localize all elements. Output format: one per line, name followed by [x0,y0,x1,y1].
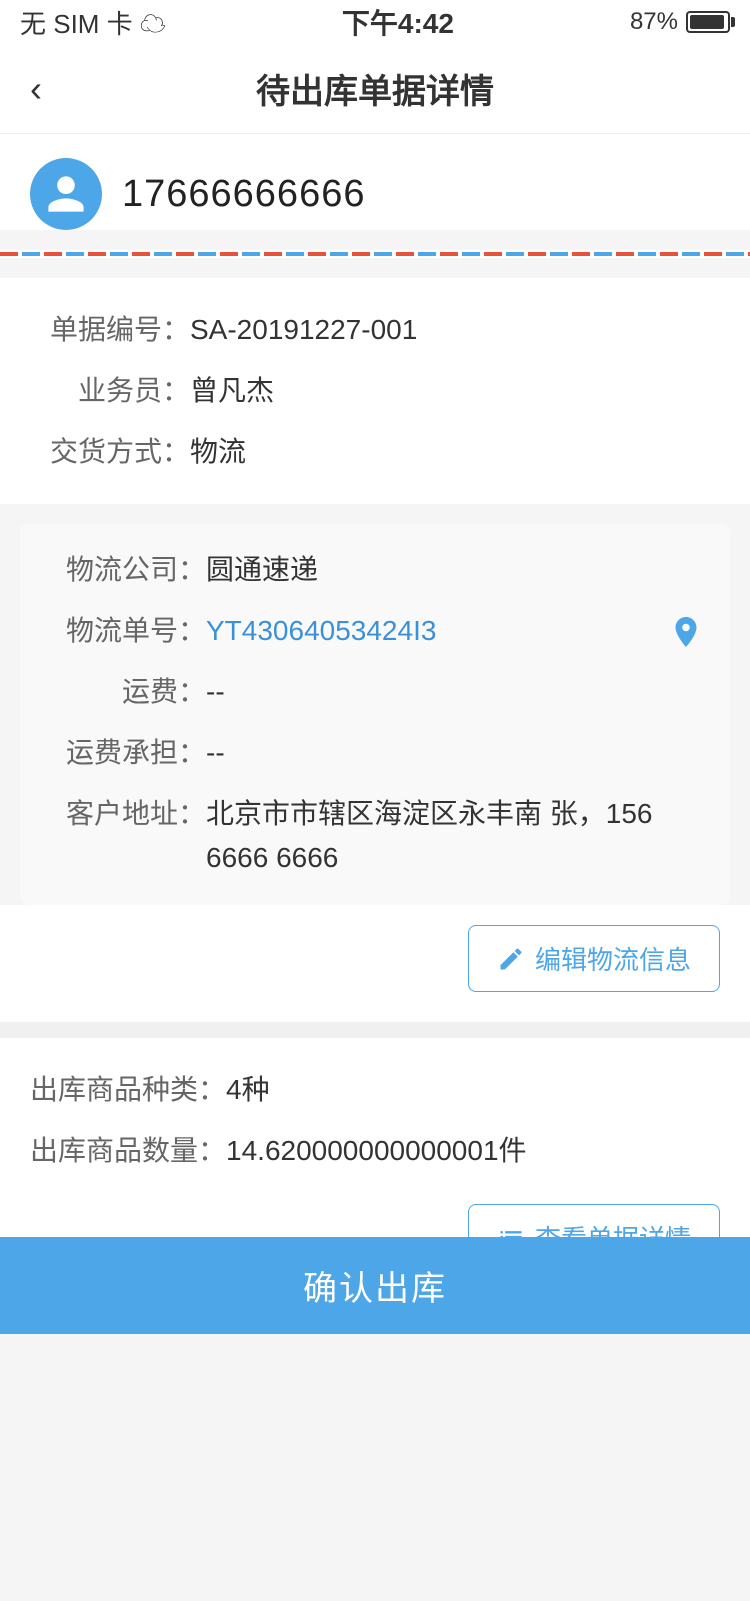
logistics-company-label: 物流公司： [46,548,206,593]
order-number-row: 单据编号： SA-20191227-001 [30,308,720,353]
confirm-button-wrap: 确认出库 [0,1237,750,1334]
address-value: 北京市市辖区海淀区永丰南 张，156 6666 6666 [206,792,704,882]
delivery-method-label: 交货方式： [30,430,190,475]
status-left: 无 SIM 卡 ☁ [20,4,166,41]
sim-status: 无 SIM 卡 ☁ [20,4,166,41]
sales-person-value: 曾凡杰 [190,369,720,414]
basic-info-section: 单据编号： SA-20191227-001 业务员： 曾凡杰 交货方式： 物流 [0,278,750,504]
phone-number: 17666666666 [122,173,365,216]
sales-person-row: 业务员： 曾凡杰 [30,369,720,414]
phone-header: 17666666666 [0,134,750,230]
location-pin-icon[interactable] [668,614,704,650]
tracking-row: 物流单号： YT43064053424I3 [46,609,704,654]
tracking-value: YT43064053424I3 [206,609,654,654]
status-right: 87% [630,8,730,36]
goods-type-value: 4种 [226,1068,720,1113]
battery-icon [686,11,730,33]
goods-section: 出库商品种类： 4种 出库商品数量： 14.620000000000001件 [0,1038,750,1194]
edit-button-row: 编辑物流信息 [0,905,750,1022]
gray-divider [0,1022,750,1038]
logistics-card: 物流公司： 圆通速递 物流单号： YT43064053424I3 运费： -- … [20,524,730,905]
freight-bearer-label: 运费承担： [46,731,206,776]
goods-quantity-label: 出库商品数量： [30,1129,226,1174]
freight-row: 运费： -- [46,670,704,715]
dashed-divider [0,250,750,258]
delivery-method-row: 交货方式： 物流 [30,430,720,475]
goods-type-row: 出库商品种类： 4种 [30,1068,720,1113]
order-number-value: SA-20191227-001 [190,308,720,353]
back-button[interactable]: ‹ [30,68,42,110]
battery-percent: 87% [630,8,678,36]
logistics-company-row: 物流公司： 圆通速递 [46,548,704,593]
edit-logistics-button[interactable]: 编辑物流信息 [468,925,720,992]
page-title: 待出库单据详情 [256,64,494,113]
address-row: 客户地址： 北京市市辖区海淀区永丰南 张，156 6666 6666 [46,792,704,882]
sales-person-label: 业务员： [30,369,190,414]
goods-quantity-value: 14.620000000000001件 [226,1129,720,1174]
goods-quantity-row: 出库商品数量： 14.620000000000001件 [30,1129,720,1174]
edit-icon [497,945,525,973]
freight-bearer-value: -- [206,731,704,776]
logistics-company-value: 圆通速递 [206,548,704,593]
order-number-label: 单据编号： [30,308,190,353]
tracking-label: 物流单号： [46,609,206,654]
goods-type-label: 出库商品种类： [30,1068,226,1113]
nav-bar: ‹ 待出库单据详情 [0,44,750,134]
freight-bearer-row: 运费承担： -- [46,731,704,776]
delivery-method-value: 物流 [190,430,720,475]
freight-label: 运费： [46,670,206,715]
confirm-button[interactable]: 确认出库 [0,1261,750,1310]
avatar [30,158,102,230]
status-time: 下午4:42 [342,2,454,42]
address-label: 客户地址： [46,792,206,837]
edit-button-label: 编辑物流信息 [535,940,691,977]
freight-value: -- [206,670,704,715]
status-bar: 无 SIM 卡 ☁ 下午4:42 87% [0,0,750,44]
